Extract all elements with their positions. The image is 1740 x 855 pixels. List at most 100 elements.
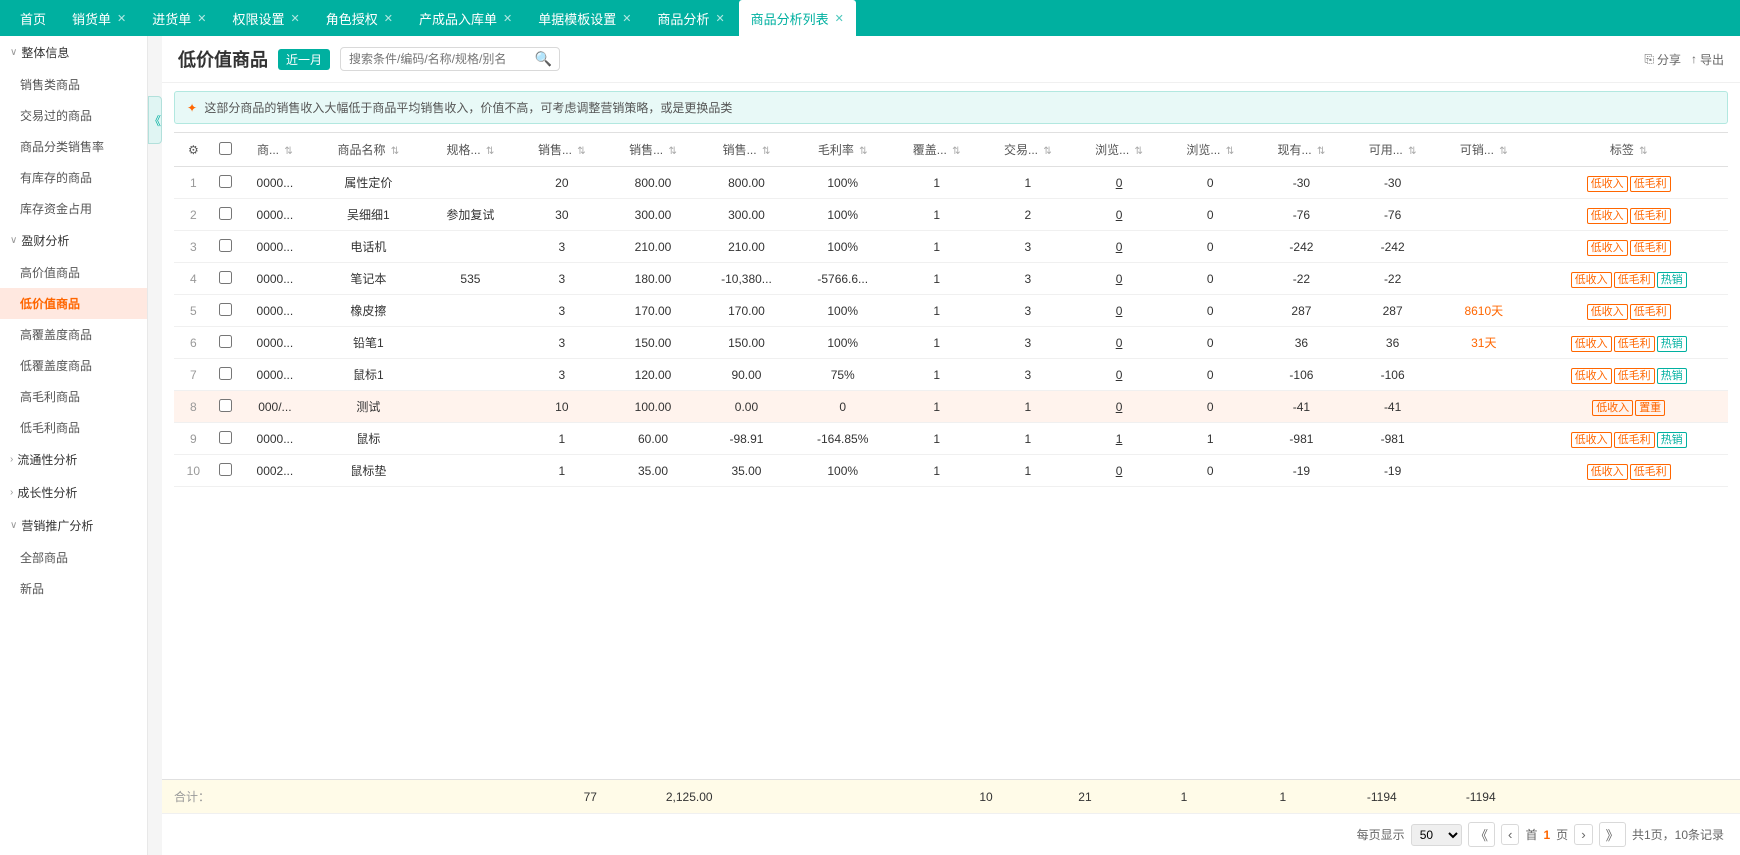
sort-icon[interactable]: ⇅ [577, 146, 585, 157]
row-select-checkbox[interactable] [219, 175, 232, 188]
browse-link[interactable]: 1 [1116, 432, 1123, 446]
nav-tab-analysis-list[interactable]: 商品分析列表 ✕ [739, 0, 856, 36]
sort-icon[interactable]: ⇅ [859, 146, 867, 157]
share-button[interactable]: ⎘ 分享 [1644, 51, 1681, 68]
sidebar-group-overall[interactable]: ∨ 整体信息 [0, 36, 147, 69]
sort-icon[interactable]: ⇅ [1226, 146, 1234, 157]
nav-tab-purchase[interactable]: 进货单 ✕ [140, 0, 218, 36]
sort-icon[interactable]: ⇅ [1408, 146, 1416, 157]
sort-icon[interactable]: ⇅ [1317, 146, 1325, 157]
nav-tab-products[interactable]: 产成品入库单 ✕ [407, 0, 524, 36]
row-select-checkbox[interactable] [219, 431, 232, 444]
close-icon[interactable]: ✕ [197, 12, 206, 25]
browse-link[interactable]: 0 [1116, 208, 1123, 222]
sidebar-item-new-products[interactable]: 新品 [0, 573, 147, 604]
sidebar-item-low-value[interactable]: 低价值商品 [0, 288, 147, 319]
search-input[interactable] [340, 47, 560, 71]
nav-home[interactable]: 首页 [8, 0, 58, 36]
row-select-checkbox[interactable] [219, 271, 232, 284]
close-icon[interactable]: ✕ [384, 12, 393, 25]
nav-tab-templates[interactable]: 单据模板设置 ✕ [526, 0, 643, 36]
collapse-sidebar-button[interactable]: 《 [148, 96, 162, 144]
next-page-button[interactable]: › [1574, 824, 1592, 845]
row-select-checkbox[interactable] [219, 303, 232, 316]
row-select-checkbox[interactable] [219, 399, 232, 412]
time-filter-button[interactable]: 近一月 [278, 49, 330, 70]
sidebar-group-flow[interactable]: › 流通性分析 [0, 443, 147, 476]
sidebar-item-sales-products[interactable]: 销售类商品 [0, 69, 147, 100]
browse-link[interactable]: 0 [1116, 368, 1123, 382]
row-checkbox[interactable] [213, 359, 238, 391]
sort-icon[interactable]: ⇅ [391, 146, 399, 157]
sort-icon[interactable]: ⇅ [952, 146, 960, 157]
row-checkbox[interactable] [213, 167, 238, 199]
browse-link[interactable]: 0 [1116, 176, 1123, 190]
first-page-button[interactable]: 《 [1468, 822, 1495, 847]
close-icon[interactable]: ✕ [835, 12, 844, 25]
sidebar-item-high-value[interactable]: 高价值商品 [0, 257, 147, 288]
row-select-checkbox[interactable] [219, 207, 232, 220]
nav-tab-permissions[interactable]: 权限设置 ✕ [220, 0, 311, 36]
nav-tab-salesdoc[interactable]: 销货单 ✕ [60, 0, 138, 36]
col-settings[interactable]: ⚙ [174, 133, 213, 167]
browse-link[interactable]: 0 [1116, 272, 1123, 286]
sidebar-group-marketing[interactable]: ∨ 营销推广分析 [0, 509, 147, 542]
search-icon[interactable]: 🔍 [535, 51, 552, 68]
row-checkbox[interactable] [213, 199, 238, 231]
sidebar-item-high-coverage[interactable]: 高覆盖度商品 [0, 319, 147, 350]
row-select-checkbox[interactable] [219, 463, 232, 476]
close-icon[interactable]: ✕ [117, 12, 126, 25]
export-button[interactable]: ↑ 导出 [1691, 51, 1724, 68]
sort-icon[interactable]: ⇅ [1499, 146, 1507, 157]
sidebar-item-all-products[interactable]: 全部商品 [0, 542, 147, 573]
sort-icon[interactable]: ⇅ [1639, 146, 1647, 157]
row-checkbox[interactable] [213, 231, 238, 263]
browse-link[interactable]: 0 [1116, 336, 1123, 350]
sidebar-item-capital[interactable]: 库存资金占用 [0, 193, 147, 224]
nav-tab-roles[interactable]: 角色授权 ✕ [314, 0, 405, 36]
tag-low: 低毛利 [1614, 432, 1655, 448]
close-icon[interactable]: ✕ [503, 12, 512, 25]
sidebar-item-high-margin[interactable]: 高毛利商品 [0, 381, 147, 412]
prev-page-button[interactable]: ‹ [1501, 824, 1519, 845]
row-checkbox[interactable] [213, 263, 238, 295]
sort-icon[interactable]: ⇅ [284, 146, 292, 157]
col-checkbox[interactable] [213, 133, 238, 167]
row-select-checkbox[interactable] [219, 367, 232, 380]
page-size-select[interactable]: 50 100 200 [1411, 824, 1462, 846]
row-select-checkbox[interactable] [219, 335, 232, 348]
browse-link[interactable]: 0 [1116, 400, 1123, 414]
sidebar-item-low-margin[interactable]: 低毛利商品 [0, 412, 147, 443]
row-select-checkbox[interactable] [219, 239, 232, 252]
sort-icon[interactable]: ⇅ [668, 146, 676, 157]
sort-icon[interactable]: ⇅ [1135, 146, 1143, 157]
row-available: -981 [1347, 423, 1438, 455]
sidebar-item-stock-products[interactable]: 有库存的商品 [0, 162, 147, 193]
table-row: 4 0000... 笔记本 535 3 180.00 -10,380... -5… [174, 263, 1728, 295]
chevron-down-icon: ∨ [10, 47, 17, 58]
close-icon[interactable]: ✕ [291, 12, 300, 25]
row-checkbox[interactable] [213, 455, 238, 487]
last-page-button[interactable]: 》 [1599, 822, 1626, 847]
row-checkbox[interactable] [213, 423, 238, 455]
sort-icon[interactable]: ⇅ [486, 146, 494, 157]
close-icon[interactable]: ✕ [715, 12, 724, 25]
sidebar-group-growth[interactable]: › 成长性分析 [0, 476, 147, 509]
browse-link[interactable]: 0 [1116, 240, 1123, 254]
row-trade: 1 [982, 391, 1073, 423]
sidebar-item-traded-products[interactable]: 交易过的商品 [0, 100, 147, 131]
close-icon[interactable]: ✕ [622, 12, 631, 25]
sidebar-item-category-rate[interactable]: 商品分类销售率 [0, 131, 147, 162]
sort-icon[interactable]: ⇅ [762, 146, 770, 157]
sidebar-group-profit[interactable]: ∨ 盈财分析 [0, 224, 147, 257]
sort-icon[interactable]: ⇅ [1043, 146, 1051, 157]
tag-low: 低毛利 [1630, 304, 1671, 320]
select-all-checkbox[interactable] [219, 142, 232, 155]
browse-link[interactable]: 0 [1116, 304, 1123, 318]
row-checkbox[interactable] [213, 295, 238, 327]
sidebar-item-low-coverage[interactable]: 低覆盖度商品 [0, 350, 147, 381]
row-checkbox[interactable] [213, 327, 238, 359]
row-checkbox[interactable] [213, 391, 238, 423]
browse-link[interactable]: 0 [1116, 464, 1123, 478]
nav-tab-analysis[interactable]: 商品分析 ✕ [645, 0, 736, 36]
